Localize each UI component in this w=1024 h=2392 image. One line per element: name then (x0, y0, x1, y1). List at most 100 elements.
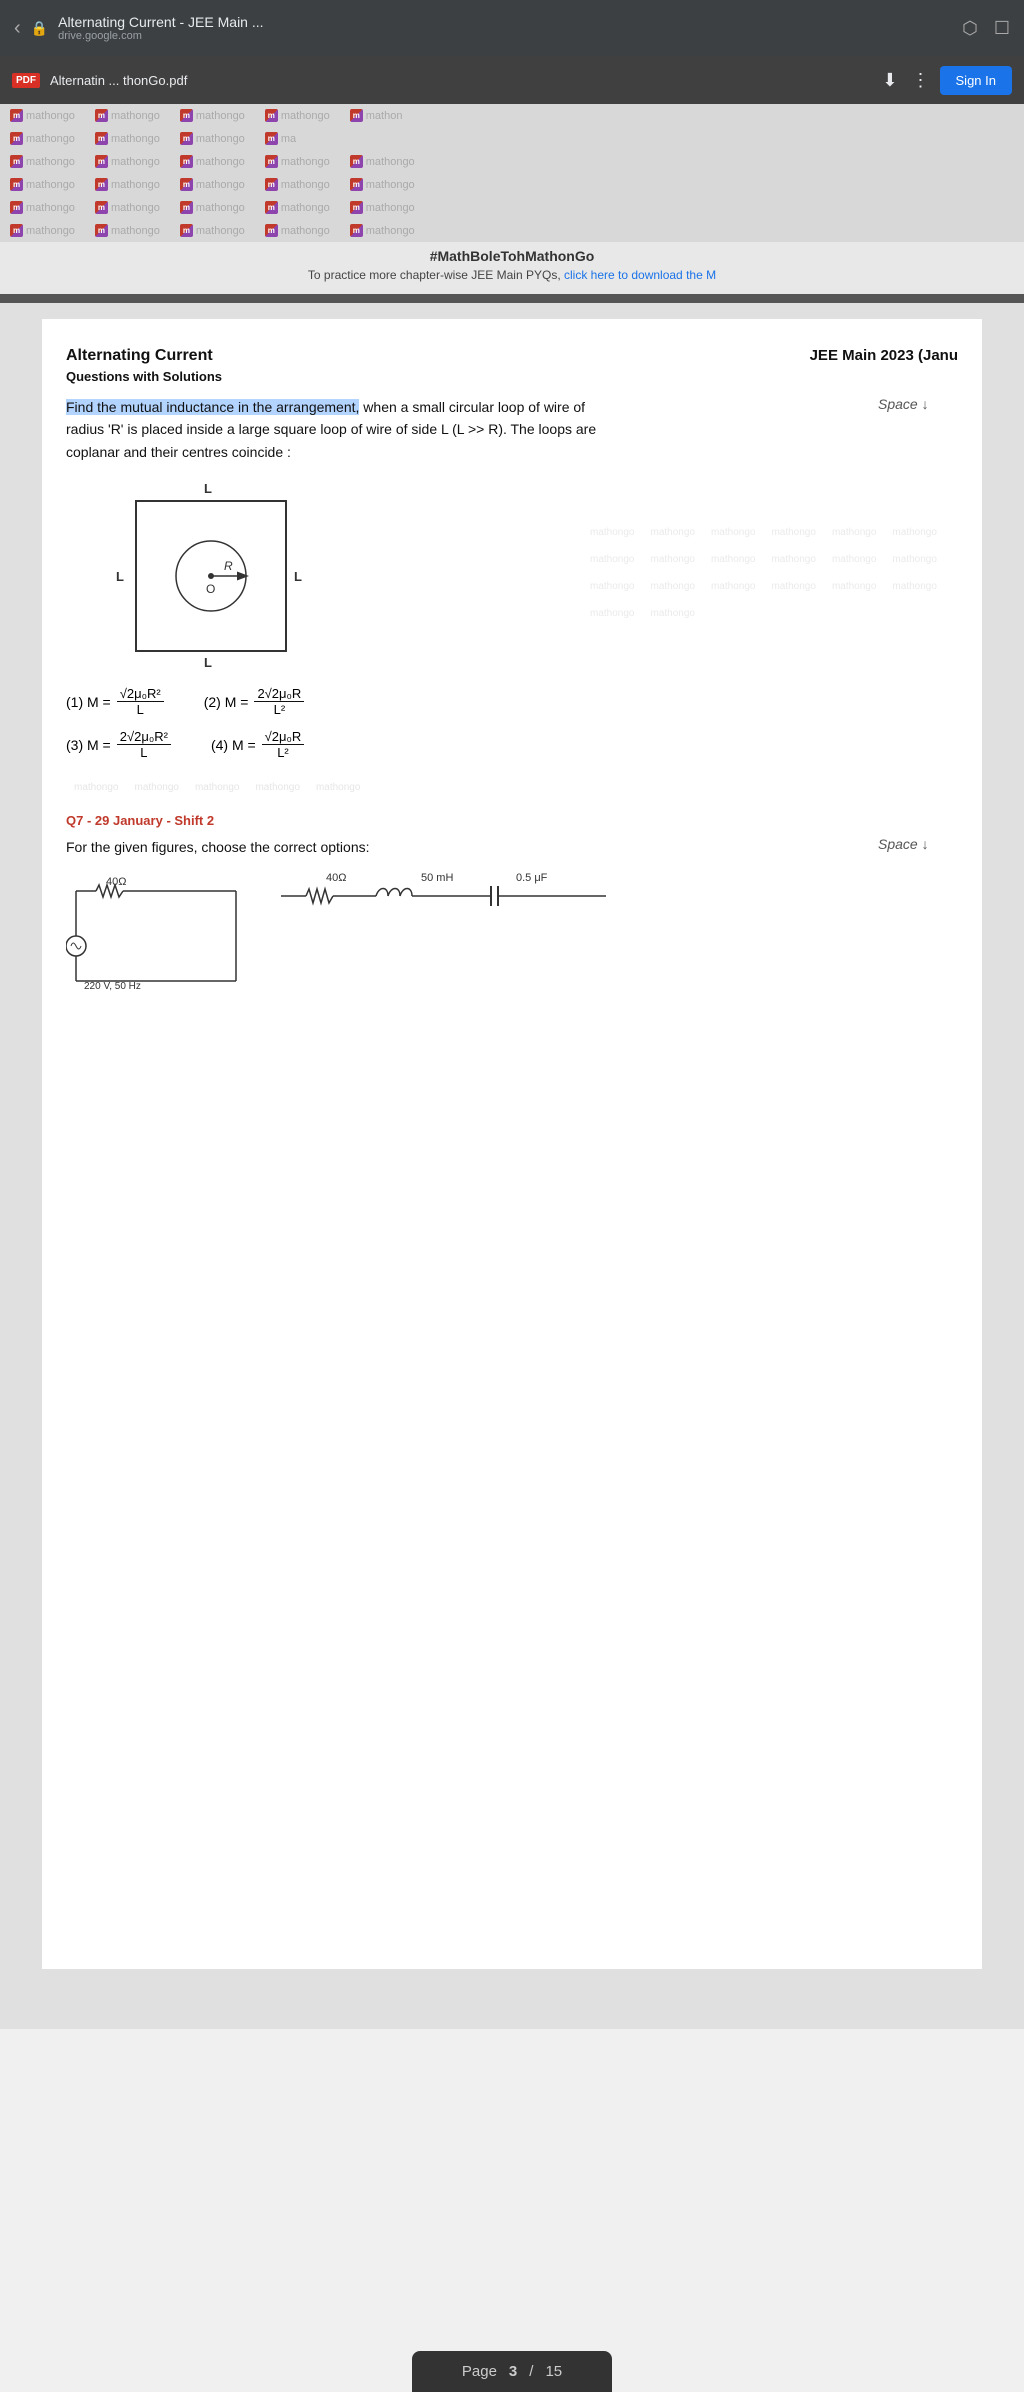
promo-section: #MathBoleTohMathonGo To practice more ch… (0, 242, 1024, 297)
q6-text: Find the mutual inductance in the arrang… (66, 396, 626, 463)
pdf-filename: Alternatin ... thonGo.pdf (50, 73, 872, 88)
q7-content: For the given figures, choose the correc… (66, 836, 868, 1003)
option-4-num: (4) M = (211, 737, 256, 753)
svg-text:L: L (294, 569, 302, 584)
svg-text:L: L (204, 481, 212, 496)
back-button[interactable]: ‹ (14, 17, 21, 40)
wm-cell: m mathongo (170, 221, 255, 240)
browser-bar: ‹ 🔒 Alternating Current - JEE Main ... d… (0, 0, 1024, 56)
formula-options-row2: (3) M = 2√2μ₀R² L (4) M = √2μ₀R L² (66, 729, 868, 760)
page-separator: / (529, 2363, 533, 2380)
wm-cell: m mathongo (340, 221, 425, 240)
option-3-num: (3) M = (66, 737, 111, 753)
q6-section: Find the mutual inductance in the arrang… (66, 396, 958, 770)
pdf-header: Alternating Current JEE Main 2023 (Janu (66, 347, 958, 365)
option-2: (2) M = 2√2μ₀R L² (204, 686, 305, 717)
wm-cell: m mathongo (85, 198, 170, 217)
wm-cell: m mathongo (170, 175, 255, 194)
lock-icon: 🔒 (31, 20, 48, 37)
svg-text:40Ω: 40Ω (106, 876, 126, 888)
svg-text:0.5 μF: 0.5 μF (516, 872, 548, 884)
promo-link[interactable]: click here to download the M (564, 268, 716, 282)
option-1-num: (1) M = (66, 694, 111, 710)
q6-content: Find the mutual inductance in the arrang… (66, 396, 868, 770)
svg-text:220 V, 50 Hz: 220 V, 50 Hz (84, 981, 141, 992)
option-1-fraction: √2μ₀R² L (117, 686, 164, 717)
pdf-page: mathongomathongo mathongomathongo mathon… (42, 319, 982, 1969)
option-1: (1) M = √2μ₀R² L (66, 686, 164, 717)
svg-text:40Ω: 40Ω (326, 872, 346, 884)
svg-text:L: L (116, 569, 124, 584)
url-domain: drive.google.com (58, 30, 952, 42)
menu-icon[interactable]: ⋮ (912, 70, 930, 91)
page-nav-bar: Page 3 / 15 (412, 2351, 612, 2392)
q7-left-circuit: 40Ω (66, 871, 246, 1004)
wm-cell: m mathongo (0, 129, 85, 148)
pdf-toolbar-actions: ⬇ ⋮ (882, 70, 929, 91)
wm-cell: m ma (255, 129, 306, 148)
page-title: Alternating Current - JEE Main ... (58, 14, 952, 30)
promo-hashtag: #MathBoleTohMathonGo (10, 248, 1014, 264)
option-3: (3) M = 2√2μ₀R² L (66, 729, 171, 760)
wm-cell: m mathon (340, 106, 413, 125)
wm-cell: m mathongo (0, 152, 85, 171)
page-current: 3 (509, 2363, 517, 2380)
pdf-toolbar: PDF Alternatin ... thonGo.pdf ⬇ ⋮ Sign I… (0, 56, 1024, 104)
q7-space-label-container: Space ↓ (878, 836, 958, 1003)
pdf-badge: PDF (12, 73, 40, 88)
option-2-num: (2) M = (204, 694, 249, 710)
page-total: 15 (545, 2363, 562, 2380)
sign-in-button[interactable]: Sign In (940, 66, 1012, 95)
pdf-subject: Alternating Current (66, 347, 213, 365)
wm-cell: m mathongo (85, 106, 170, 125)
wm-cell: m mathongo (170, 129, 255, 148)
bookmark-icon[interactable]: ☐ (994, 18, 1010, 39)
circuit-diagram: R O L L L L (106, 471, 868, 676)
q7-space-label: Space ↓ (878, 836, 929, 852)
wm-cell: m mathongo (340, 152, 425, 171)
q7-right-svg: 40Ω 50 mH 0.5 μF (276, 871, 616, 961)
wm-cell: m mathongo (255, 221, 340, 240)
wm-cell: m mathongo (0, 198, 85, 217)
option-4: (4) M = √2μ₀R L² (211, 729, 304, 760)
q6-highlight: Find the mutual inductance in the arrang… (66, 399, 359, 415)
watermark-section-top: m mathongo m mathongo m mathongo m matho… (0, 104, 1024, 242)
q7-label: Q7 - 29 January - Shift 2 (66, 813, 958, 828)
svg-text:O: O (206, 582, 215, 596)
share-icon[interactable]: ⬡ (962, 18, 978, 39)
wm-cell: m mathongo (340, 175, 425, 194)
wm-cell: m mathongo (255, 106, 340, 125)
wm-cell: m mathongo (255, 152, 340, 171)
page-label: Page (462, 2363, 497, 2380)
wm-cell: m mathongo (85, 152, 170, 171)
wm-cell: m mathongo (85, 175, 170, 194)
wm-cell: m mathongo (170, 106, 255, 125)
q7-section: For the given figures, choose the correc… (66, 836, 958, 1003)
pdf-subtitle: Questions with Solutions (66, 369, 958, 384)
pdf-exam-info: JEE Main 2023 (Janu (810, 347, 958, 364)
wm-cell: m mathongo (170, 198, 255, 217)
q7-left-svg: 40Ω (66, 871, 246, 1001)
option-4-fraction: √2μ₀R L² (262, 729, 305, 760)
pdf-page-background: mathongomathongo mathongomathongo mathon… (0, 303, 1024, 2029)
q7-circuits: 40Ω (66, 871, 868, 1004)
svg-text:L: L (204, 655, 212, 670)
svg-text:R: R (224, 559, 233, 573)
promo-text: To practice more chapter-wise JEE Main P… (10, 268, 1014, 282)
wm-cell: m mathongo (85, 221, 170, 240)
wm-cell: m mathongo (0, 175, 85, 194)
wm-cell: m mathongo (255, 175, 340, 194)
wm-cell: m mathongo (170, 152, 255, 171)
q7-text: For the given figures, choose the correc… (66, 836, 626, 858)
wm-cell: m mathongo (0, 221, 85, 240)
formula-options-row1: (1) M = √2μ₀R² L (2) M = 2√2μ₀R L² (66, 686, 868, 717)
svg-text:50 mH: 50 mH (421, 872, 453, 884)
wm-cell: m mathongo (85, 129, 170, 148)
wm-cell: m mathongo (0, 106, 85, 125)
pdf-content-inner: Alternating Current JEE Main 2023 (Janu … (66, 347, 958, 1004)
q7-right-circuit: 40Ω 50 mH 0.5 μF (276, 871, 868, 1004)
space-label-container: Space ↓ (878, 396, 958, 770)
mid-watermark: mathongo mathongo mathongo mathongo math… (66, 778, 958, 797)
space-label: Space ↓ (878, 396, 929, 412)
download-icon[interactable]: ⬇ (882, 70, 897, 91)
